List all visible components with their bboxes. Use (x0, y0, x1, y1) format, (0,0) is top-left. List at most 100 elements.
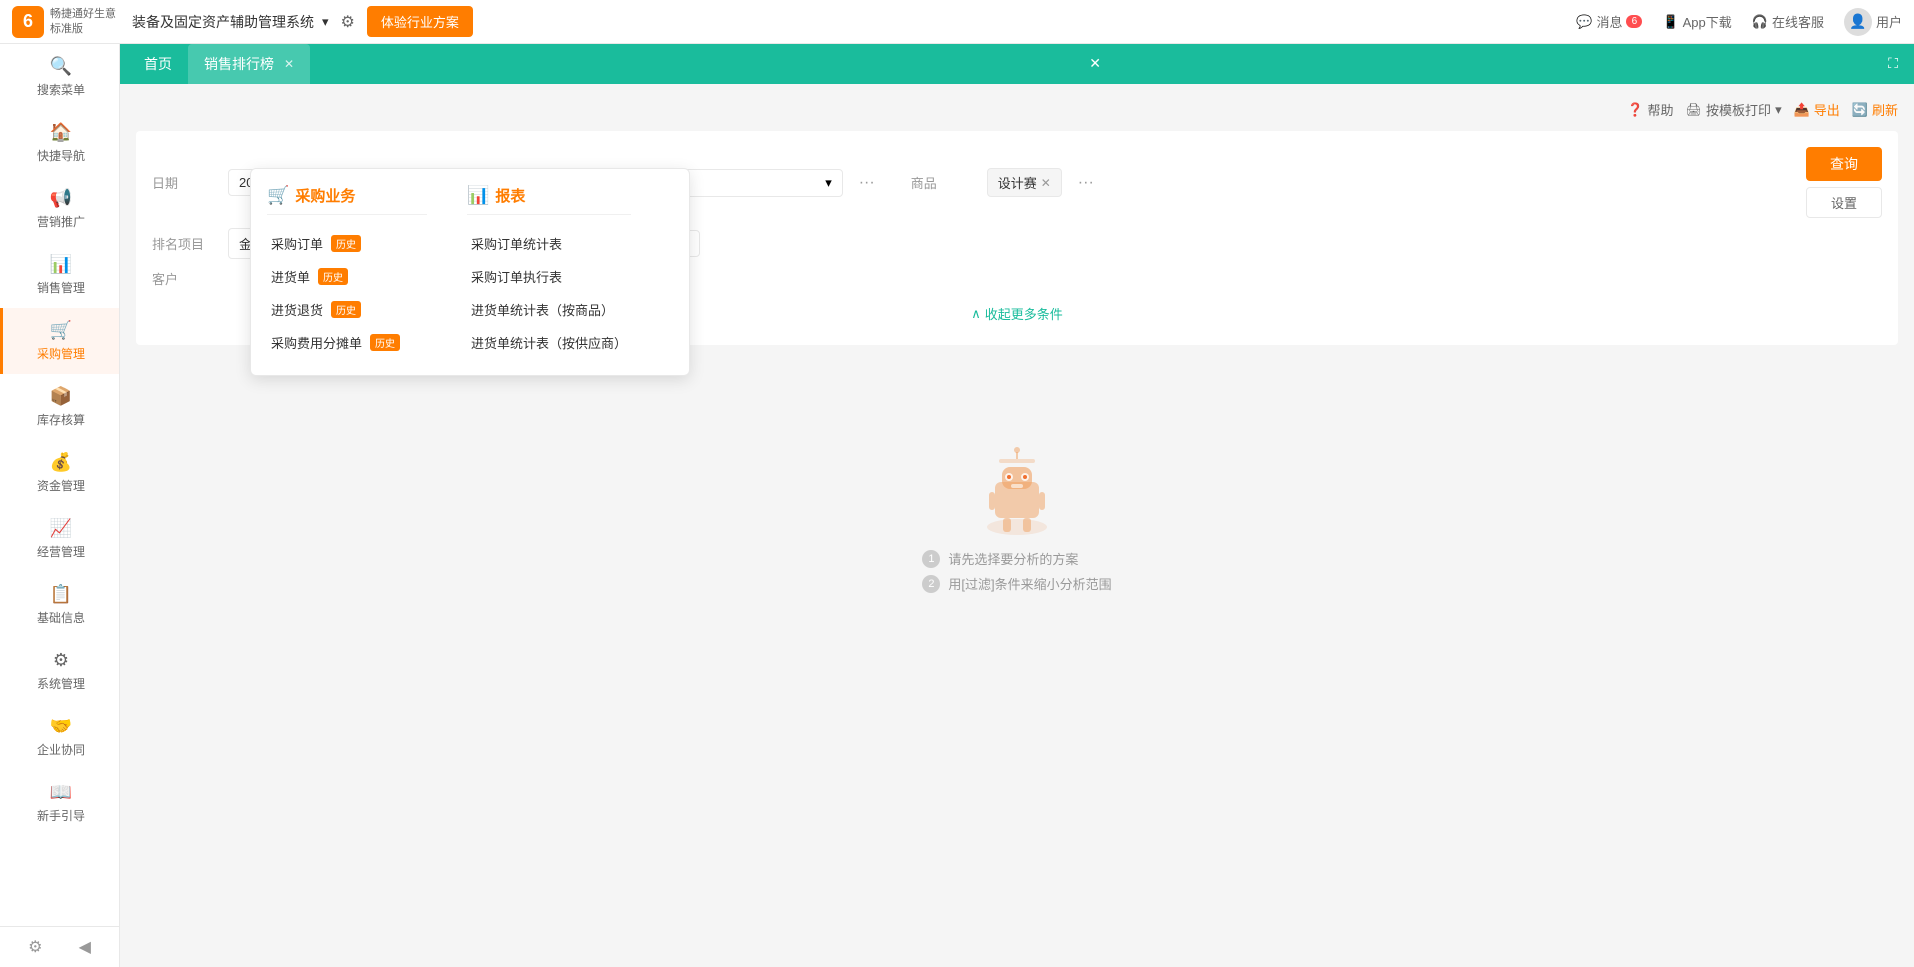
sidebar-item-base-info[interactable]: 📋 基础信息 (0, 572, 119, 638)
purchase-col: 🛒 采购业务 采购订单 历史 进货单 历史 进货退货 历史 (267, 185, 427, 359)
tab-sales-rank-label: 销售排行榜 (204, 54, 274, 74)
report-col-icon: 📊 (467, 185, 489, 206)
history-badge-fee: 历史 (370, 334, 400, 351)
help-icon: ❓ (1627, 102, 1643, 118)
sidebar-label-base-info: 基础信息 (37, 609, 85, 626)
tab-fullscreen-btn[interactable]: ⛶ (1880, 55, 1906, 73)
history-badge-receipt: 历史 (318, 268, 348, 285)
empty-state: 1 请先选择要分析的方案 2 用[过滤]条件来缩小分析范围 (136, 357, 1898, 673)
industry-btn[interactable]: 体验行业方案 (367, 6, 473, 37)
dropdown-item-receipt-by-goods[interactable]: 进货单统计表（按商品） (467, 293, 631, 326)
home-icon: 🏠 (50, 122, 72, 143)
help-btn[interactable]: ❓ 帮助 (1627, 100, 1673, 119)
dropdown-item-purchase-return[interactable]: 进货退货 历史 (267, 293, 427, 326)
sidebar-item-inventory[interactable]: 📦 库存核算 (0, 374, 119, 440)
sidebar-label-finance: 资金管理 (37, 477, 85, 494)
main-layout: 🔍 搜索菜单 🏠 快捷导航 📢 营销推广 📊 销售管理 🛒 采购管理 📦 库存核… (0, 44, 1914, 967)
sidebar-item-purchase[interactable]: 🛒 采购管理 (0, 308, 119, 374)
user-btn[interactable]: 👤 用户 (1844, 8, 1902, 36)
sidebar-item-finance[interactable]: 💰 资金管理 (0, 440, 119, 506)
sidebar-item-search[interactable]: 🔍 搜索菜单 (0, 44, 119, 110)
base-info-icon: 📋 (50, 584, 72, 605)
app-download-btn[interactable]: 📱 App下载 (1662, 12, 1731, 31)
rank-label: 排名项目 (152, 234, 212, 253)
search-btn[interactable]: 查询 (1806, 147, 1882, 181)
sidebar-label-operation: 经营管理 (37, 543, 85, 560)
finance-icon: 💰 (50, 452, 72, 473)
dropdown-item-purchase-fee[interactable]: 采购费用分摊单 历史 (267, 326, 427, 359)
collapse-icon: ∧ (971, 306, 981, 322)
date-label: 日期 (152, 173, 212, 192)
sidebar-item-operation[interactable]: 📈 经营管理 (0, 506, 119, 572)
dropdown-item-purchase-order[interactable]: 采购订单 历史 (267, 227, 427, 260)
empty-steps: 1 请先选择要分析的方案 2 用[过滤]条件来缩小分析范围 (922, 549, 1111, 593)
tab-close-btn[interactable]: ✕ (284, 57, 294, 71)
empty-illustration (967, 437, 1067, 537)
goods-label: 商品 (911, 173, 971, 192)
tab-bar: 首页 销售排行榜 ✕ ✕ ⛶ (120, 44, 1914, 84)
message-icon: 💬 (1576, 14, 1592, 30)
goods-tag-close[interactable]: ✕ (1041, 176, 1051, 190)
print-icon: 🖨 (1686, 102, 1703, 118)
messages-btn[interactable]: 💬 消息 6 (1576, 12, 1642, 31)
tab-sales-rank[interactable]: 销售排行榜 ✕ (188, 44, 310, 84)
print-btn[interactable]: 🖨 按模板打印 ▾ (1686, 100, 1782, 119)
dropdown-item-purchase-receipt[interactable]: 进货单 历史 (267, 260, 427, 293)
empty-step-1: 1 请先选择要分析的方案 (922, 549, 1111, 568)
dropdown-item-order-stats[interactable]: 采购订单统计表 (467, 227, 631, 260)
dropdown-item-receipt-by-supplier[interactable]: 进货单统计表（按供应商） (467, 326, 631, 359)
export-btn[interactable]: 📤 导出 (1794, 100, 1840, 119)
logo-icon: 6 (12, 6, 44, 38)
system-dropdown-btn[interactable]: ▾ (322, 14, 329, 30)
voucher-status-more[interactable]: ··· (859, 174, 875, 192)
system-icon: ⚙ (53, 650, 69, 671)
sidebar-label-inventory: 库存核算 (37, 411, 85, 428)
top-right: 💬 消息 6 📱 App下载 🎧 在线客服 👤 用户 (1576, 8, 1902, 36)
toolbar: ❓ 帮助 🖨 按模板打印 ▾ 📤 导出 🔄 刷新 (136, 100, 1898, 119)
search-icon: 🔍 (50, 56, 72, 77)
settings-btn[interactable]: 设置 (1806, 187, 1882, 218)
report-col-title: 📊 报表 (467, 185, 631, 215)
purchase-col-title: 🛒 采购业务 (267, 185, 427, 215)
sidebar-label-system: 系统管理 (37, 675, 85, 692)
goods-more[interactable]: ··· (1078, 174, 1094, 192)
marketing-icon: 📢 (50, 188, 72, 209)
sidebar-label-sales: 销售管理 (37, 279, 85, 296)
dropdown-item-order-exec[interactable]: 采购订单执行表 (467, 260, 631, 293)
report-col: 📊 报表 采购订单统计表 采购订单执行表 进货单统计表（按商品） 进货单统计表（… (467, 185, 631, 359)
content-area: 首页 销售排行榜 ✕ ✕ ⛶ ❓ 帮助 🖨 (120, 44, 1914, 967)
sidebar-label-marketing: 营销推广 (37, 213, 85, 230)
sidebar: 🔍 搜索菜单 🏠 快捷导航 📢 营销推广 📊 销售管理 🛒 采购管理 📦 库存核… (0, 44, 120, 967)
print-dropdown-icon: ▾ (1775, 102, 1782, 118)
refresh-btn[interactable]: 🔄 刷新 (1852, 100, 1898, 119)
sidebar-label-quick-nav: 快捷导航 (37, 147, 85, 164)
sidebar-settings-btn[interactable]: ⚙ (28, 937, 42, 957)
sidebar-item-guide[interactable]: 📖 新手引导 (0, 770, 119, 836)
purchase-icon: 🛒 (50, 320, 72, 341)
sales-icon: 📊 (50, 254, 72, 275)
online-service-btn[interactable]: 🎧 在线客服 (1752, 12, 1824, 31)
logo-area: 6 畅捷通好生意 标准版 (12, 6, 132, 38)
sidebar-collapse-btn[interactable]: ◀ (79, 937, 91, 957)
goods-tag[interactable]: 设计赛 ✕ (987, 168, 1062, 197)
headset-icon: 🎧 (1752, 14, 1768, 30)
sidebar-item-quick-nav[interactable]: 🏠 快捷导航 (0, 110, 119, 176)
voucher-status-dropdown-icon: ▾ (825, 175, 832, 191)
sidebar-item-enterprise[interactable]: 🤝 企业协同 (0, 704, 119, 770)
sidebar-bottom: ⚙ ◀ (0, 926, 119, 967)
sidebar-item-marketing[interactable]: 📢 营销推广 (0, 176, 119, 242)
tab-expand-btn[interactable]: ✕ (1081, 55, 1109, 73)
system-settings-btn[interactable]: ⚙ (337, 8, 359, 36)
sidebar-label-enterprise: 企业协同 (37, 741, 85, 758)
sidebar-label-guide: 新手引导 (37, 807, 85, 824)
inventory-icon: 📦 (50, 386, 72, 407)
guide-icon: 📖 (50, 782, 72, 803)
system-title-text: 装备及固定资产辅助管理系统 (132, 12, 314, 32)
sidebar-item-sales[interactable]: 📊 销售管理 (0, 242, 119, 308)
operation-icon: 📈 (50, 518, 72, 539)
tab-home[interactable]: 首页 (128, 44, 188, 84)
history-badge-purchase-order: 历史 (331, 235, 361, 252)
empty-step-2: 2 用[过滤]条件来缩小分析范围 (922, 574, 1111, 593)
fullscreen-icon: ⛶ (1888, 55, 1898, 71)
sidebar-item-system[interactable]: ⚙ 系统管理 (0, 638, 119, 704)
